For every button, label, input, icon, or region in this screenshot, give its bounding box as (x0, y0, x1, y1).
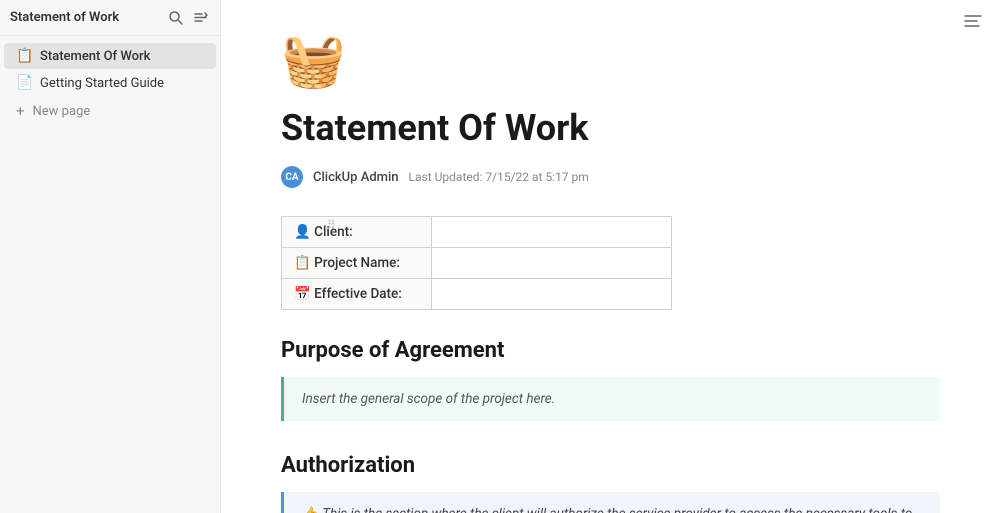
sidebar-nav: 📋 Statement Of Work 📄 Getting Started Gu… (0, 36, 220, 513)
doc-emoji: 🧺 (281, 30, 940, 91)
sidebar-icons (166, 8, 210, 27)
table-row: 📋 Project Name: (282, 248, 672, 279)
new-page-button[interactable]: + New page (4, 97, 216, 125)
doc-icon: 📋 (16, 48, 32, 64)
sidebar-item-statement-of-work[interactable]: 📋 Statement Of Work (4, 43, 216, 69)
main-content: 🧺 Statement Of Work CA ClickUp Admin Las… (221, 0, 1000, 513)
sidebar-item-getting-started-guide[interactable]: 📄 Getting Started Guide (4, 70, 216, 96)
plus-icon: + (16, 102, 25, 120)
doc-meta: CA ClickUp Admin Last Updated: 7/15/22 a… (281, 166, 940, 188)
table-row: 📅 Effective Date: (282, 279, 672, 310)
new-page-label: New page (33, 104, 91, 119)
sidebar-item-label: Getting Started Guide (40, 76, 204, 91)
project-name-value[interactable] (432, 248, 672, 279)
collapse-icon (193, 10, 208, 25)
info-table-wrap: ⠿ 👤 Client: 📋 Project Name: 📅 Effective … (281, 216, 940, 310)
sidebar-header: Statement of Work (0, 0, 220, 36)
purpose-heading: Purpose of Agreement (281, 338, 940, 363)
project-name-label: 📋 Project Name: (282, 248, 432, 279)
purpose-blockquote-text: Insert the general scope of the project … (302, 391, 922, 407)
effective-date-value[interactable] (432, 279, 672, 310)
toolbar (960, 10, 986, 37)
sidebar-title: Statement of Work (10, 10, 119, 25)
search-icon (168, 10, 183, 25)
client-value[interactable] (432, 217, 672, 248)
authorization-blockquote-text: 👍 This is the section where the client w… (302, 506, 922, 513)
client-label: 👤 Client: (282, 217, 432, 248)
outline-toggle-button[interactable] (960, 10, 986, 37)
doc-content: 🧺 Statement Of Work CA ClickUp Admin Las… (221, 0, 1000, 513)
last-updated: Last Updated: 7/15/22 at 5:17 pm (409, 170, 589, 184)
search-button[interactable] (166, 8, 185, 27)
effective-date-label: 📅 Effective Date: (282, 279, 432, 310)
info-table: 👤 Client: 📋 Project Name: 📅 Effective Da… (281, 216, 672, 310)
doc-title: Statement Of Work (281, 107, 940, 150)
collapse-sidebar-button[interactable] (191, 8, 210, 27)
avatar: CA (281, 166, 303, 188)
drag-handle[interactable]: ⠿ (327, 218, 336, 232)
author-name: ClickUp Admin (313, 170, 399, 185)
doc-icon: 📄 (16, 75, 32, 91)
thumbs-up-icon: 👍 (302, 506, 322, 513)
outline-icon (964, 14, 982, 28)
sidebar-item-label: Statement Of Work (40, 49, 204, 64)
purpose-blockquote: Insert the general scope of the project … (281, 377, 940, 421)
table-row: 👤 Client: (282, 217, 672, 248)
authorization-heading: Authorization (281, 453, 940, 478)
sidebar: Statement of Work 📋 Statement Of Wo (0, 0, 221, 513)
authorization-blockquote: 👍 This is the section where the client w… (281, 492, 940, 513)
